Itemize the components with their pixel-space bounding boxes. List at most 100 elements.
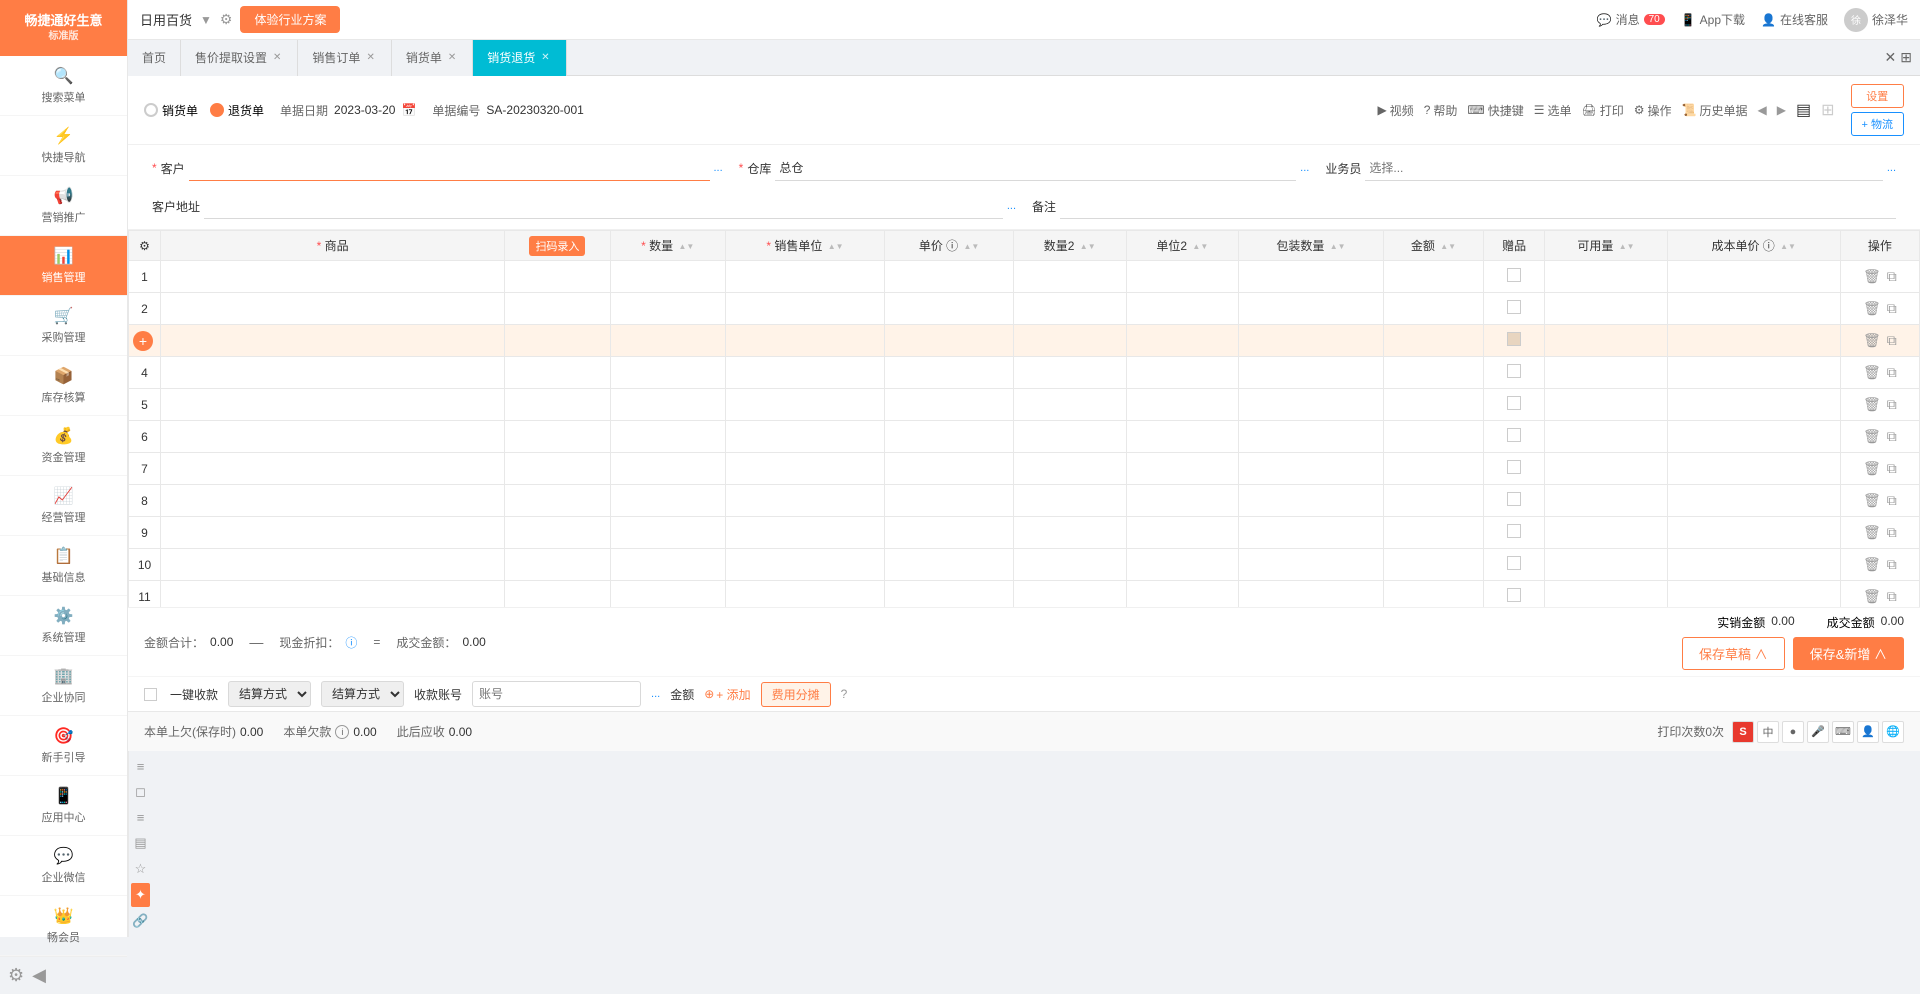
taskbar-icon-5[interactable]: ⌨: [1832, 721, 1854, 743]
row-8-delete[interactable]: 🗑: [1863, 492, 1881, 509]
shortcut-btn[interactable]: ⌨ 快捷键: [1467, 102, 1523, 119]
sidebar-item-quick[interactable]: ⚡ 快捷导航: [0, 116, 127, 176]
row-2-gift-check[interactable]: [1507, 300, 1521, 314]
taskbar-icon-2[interactable]: 中: [1757, 721, 1779, 743]
method-calc-select[interactable]: 结算方式: [321, 681, 404, 707]
row-11-copy[interactable]: ⧉: [1887, 588, 1897, 605]
tab-price-close[interactable]: ✕: [271, 51, 283, 64]
row-3-price[interactable]: [885, 325, 1014, 357]
row-1-unit2[interactable]: [1126, 261, 1239, 293]
row-10-copy[interactable]: ⧉: [1887, 556, 1897, 573]
right-panel-icon-1[interactable]: ≡: [133, 755, 149, 778]
right-panel-icon-7[interactable]: 🔗: [128, 909, 152, 933]
calendar-icon[interactable]: 📅: [401, 103, 416, 117]
qty-sort[interactable]: ▲▼: [678, 242, 694, 251]
save-new-btn[interactable]: 保存&新增 ∧: [1793, 637, 1904, 670]
row-1-pkg[interactable]: [1239, 261, 1384, 293]
tab-sales-order-close[interactable]: ✕: [364, 51, 376, 64]
sidebar-collapse-icon[interactable]: ◀: [32, 965, 46, 986]
amount-sort[interactable]: ▲▼: [1440, 242, 1456, 251]
row-2-product[interactable]: [161, 293, 505, 325]
row-1-amount[interactable]: [1383, 261, 1483, 293]
sidebar-item-member[interactable]: 👑 畅会员: [0, 896, 127, 956]
address-more-btn[interactable]: ...: [1007, 200, 1016, 212]
row-2-gift[interactable]: [1484, 293, 1545, 325]
user-profile[interactable]: 徐 徐泽华: [1844, 8, 1908, 32]
row-1-qty[interactable]: [610, 261, 725, 293]
right-panel-icon-5[interactable]: ☆: [131, 857, 151, 881]
sidebar-item-apps[interactable]: 📱 应用中心: [0, 776, 127, 836]
row-9-copy[interactable]: ⧉: [1887, 524, 1897, 541]
method-select[interactable]: 结算方式: [228, 681, 311, 707]
sidebar-item-marketing[interactable]: 📢 营销推广: [0, 176, 127, 236]
expense-help-icon[interactable]: ?: [841, 687, 848, 701]
tab-sales-return[interactable]: 销货退货 ✕: [473, 40, 566, 76]
online-service-btn[interactable]: 👤 在线客服: [1761, 11, 1828, 28]
sidebar-item-purchase[interactable]: 🛒 采购管理: [0, 296, 127, 356]
row-6-delete[interactable]: 🗑: [1863, 428, 1881, 445]
row-11-delete[interactable]: 🗑: [1863, 588, 1881, 605]
row-3-product[interactable]: [161, 325, 505, 357]
row-6-copy[interactable]: ⧉: [1887, 428, 1897, 445]
select-btn[interactable]: ☰ 选单: [1534, 102, 1572, 119]
customer-more-btn[interactable]: ...: [714, 162, 723, 174]
row-3-amount[interactable]: [1383, 325, 1483, 357]
expense-btn[interactable]: 费用分摊: [761, 682, 831, 707]
help-btn[interactable]: ? 帮助: [1424, 102, 1458, 119]
row-1-gift[interactable]: [1484, 261, 1545, 293]
history-btn[interactable]: 📜 历史单据: [1682, 102, 1748, 119]
row-1-product[interactable]: [161, 261, 505, 293]
row-4-copy[interactable]: ⧉: [1887, 364, 1897, 381]
row-3-gift[interactable]: [1484, 325, 1545, 357]
row-1-copy[interactable]: ⧉: [1887, 268, 1897, 285]
add-payment-btn[interactable]: ⊕ + 添加: [704, 686, 750, 703]
row-1-price[interactable]: [885, 261, 1014, 293]
unit-sort[interactable]: ▲▼: [828, 242, 844, 251]
sidebar-item-wechat[interactable]: 💬 企业微信: [0, 836, 127, 896]
row-2-avail[interactable]: [1545, 293, 1667, 325]
save-draft-btn[interactable]: 保存草稿 ∧: [1682, 637, 1785, 670]
row-1-avail[interactable]: [1545, 261, 1667, 293]
row-8-gift-check[interactable]: [1507, 492, 1521, 506]
tab-home[interactable]: 首页: [128, 40, 181, 76]
tab-price-settings[interactable]: 售价提取设置 ✕: [181, 40, 298, 76]
sidebar-item-search[interactable]: 🔍 搜索菜单: [0, 56, 127, 116]
taskbar-icon-3[interactable]: ●: [1782, 721, 1804, 743]
row-3-gift-check[interactable]: [1507, 332, 1521, 346]
scan-input-btn[interactable]: 扫码录入: [529, 236, 585, 256]
row-2-cost[interactable]: [1667, 293, 1840, 325]
sidebar-item-finance[interactable]: 💰 资金管理: [0, 416, 127, 476]
avail-sort[interactable]: ▲▼: [1619, 242, 1635, 251]
right-panel-icon-2[interactable]: ◻: [131, 780, 150, 804]
app-download-btn[interactable]: 📱 App下载: [1681, 11, 1745, 28]
account-input[interactable]: [472, 681, 641, 707]
salesperson-input[interactable]: [1365, 155, 1882, 181]
row-10-gift-check[interactable]: [1507, 556, 1521, 570]
add-row-btn[interactable]: +: [133, 331, 153, 351]
row-7-copy[interactable]: ⧉: [1887, 460, 1897, 477]
sidebar-item-sales[interactable]: 📊 销售管理: [0, 236, 127, 296]
row-11-gift-check[interactable]: [1507, 588, 1521, 602]
taskbar-icon-7[interactable]: 🌐: [1882, 721, 1904, 743]
row-2-delete[interactable]: 🗑: [1863, 300, 1881, 317]
taskbar-icon-4[interactable]: 🎤: [1807, 721, 1829, 743]
row-3-product-input[interactable]: [165, 333, 500, 348]
row-4-delete[interactable]: 🗑: [1863, 364, 1881, 381]
row-1-cost[interactable]: [1667, 261, 1840, 293]
col-settings[interactable]: ⚙: [129, 231, 161, 261]
sidebar-item-newguide[interactable]: 🎯 新手引导: [0, 716, 127, 776]
customer-input[interactable]: [189, 155, 710, 181]
account-more-btn[interactable]: ...: [651, 688, 660, 700]
row-2-amount[interactable]: [1383, 293, 1483, 325]
row-1-unit[interactable]: [725, 261, 885, 293]
row-3-qty[interactable]: [610, 325, 725, 357]
salesperson-more-btn[interactable]: ...: [1887, 162, 1896, 174]
one-key-checkbox[interactable]: [144, 688, 157, 701]
row-8-copy[interactable]: ⧉: [1887, 492, 1897, 509]
address-input[interactable]: [204, 193, 1003, 219]
pkg-sort[interactable]: ▲▼: [1330, 242, 1346, 251]
row-3-cost[interactable]: [1667, 325, 1840, 357]
experience-btn[interactable]: 体验行业方案: [240, 6, 340, 33]
tab-sales-bill[interactable]: 销货单 ✕: [392, 40, 473, 76]
unit2-sort[interactable]: ▲▼: [1192, 242, 1208, 251]
